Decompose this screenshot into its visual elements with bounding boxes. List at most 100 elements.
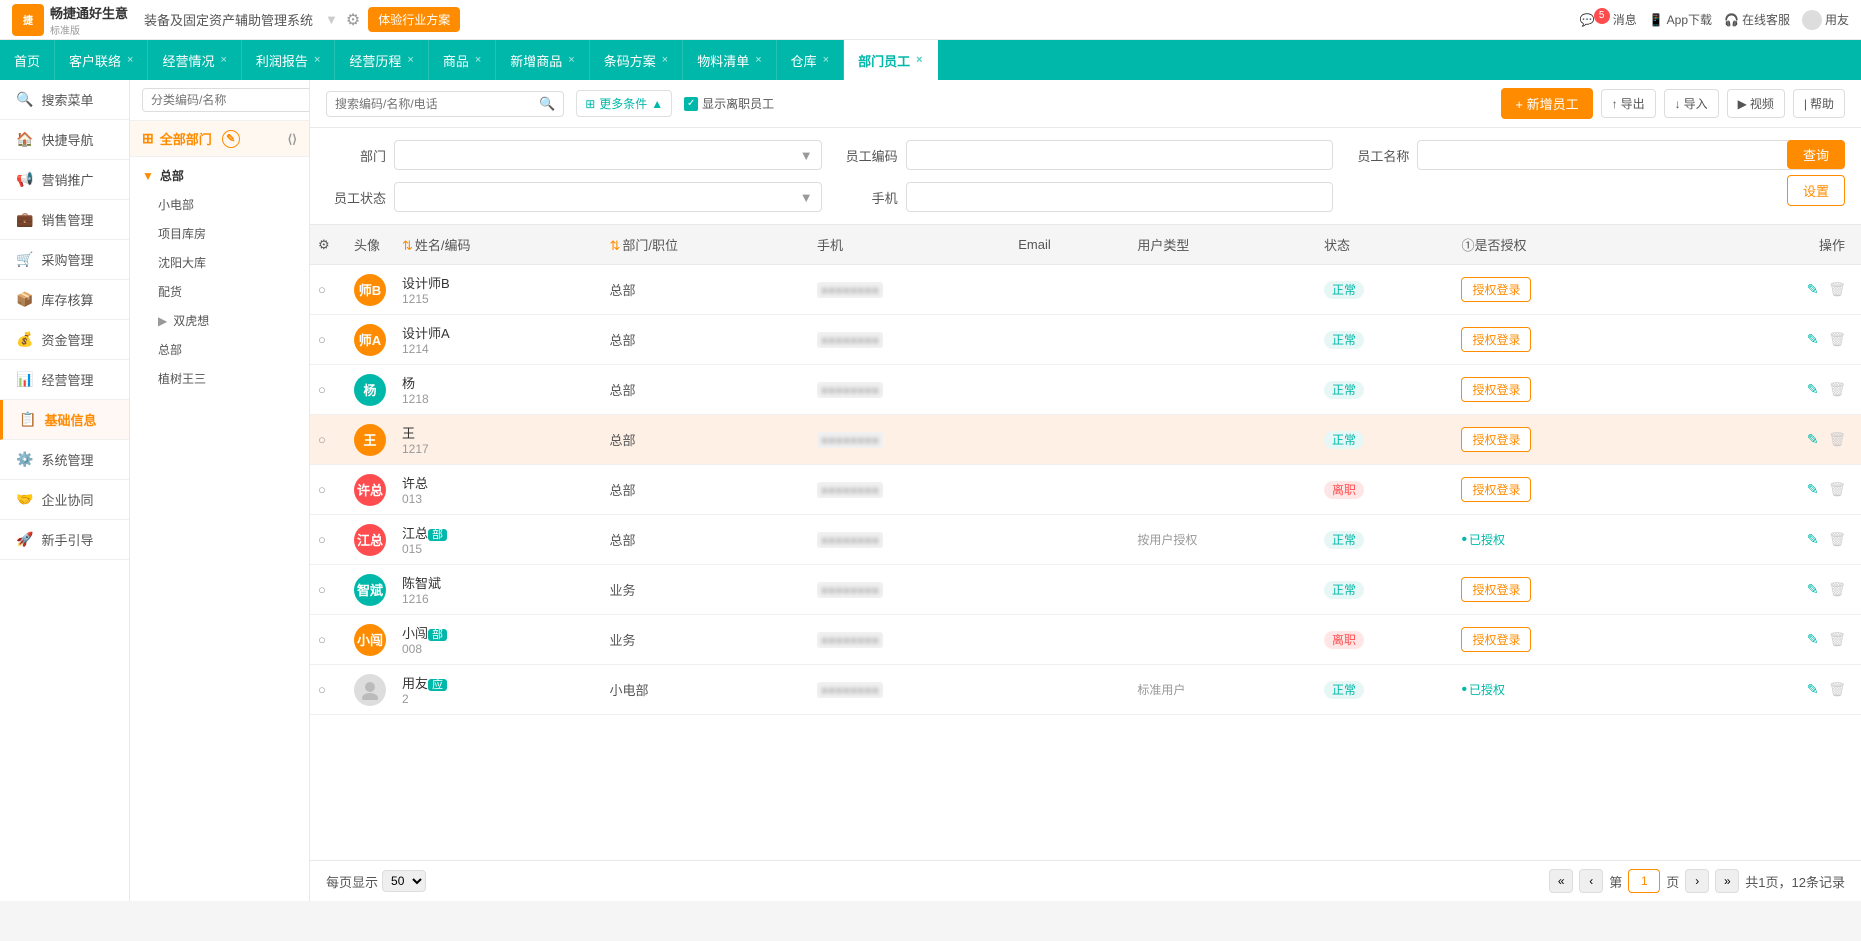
last-page-btn[interactable]: » — [1715, 869, 1739, 893]
dept-node-双虎想[interactable]: ▶双虎想 — [130, 306, 309, 335]
dept-node-植树王三[interactable]: 植树王三 — [130, 364, 309, 393]
prev-page-btn[interactable]: ‹ — [1579, 869, 1603, 893]
dept-search-input[interactable] — [142, 88, 310, 112]
nav-tab-物料清单[interactable]: 物料清单× — [683, 40, 776, 80]
edit-btn-7[interactable]: ✎ — [1807, 581, 1819, 597]
dept-select[interactable]: ▼ — [394, 140, 822, 170]
edit-dept-icon[interactable]: ✎ — [222, 130, 240, 148]
nav-tab-条码方案[interactable]: 条码方案× — [590, 40, 683, 80]
close-tab-icon[interactable]: × — [407, 54, 413, 66]
delete-btn-3[interactable]: 🗑 — [1828, 381, 1846, 397]
edit-btn-3[interactable]: ✎ — [1807, 381, 1819, 397]
app-download-btn[interactable]: 📱 App下载 — [1649, 11, 1712, 28]
th-settings[interactable]: ⚙ — [310, 225, 346, 265]
current-page-input[interactable] — [1628, 869, 1660, 893]
auth-btn-5[interactable]: 授权登录 — [1461, 477, 1531, 502]
auth-btn-1[interactable]: 授权登录 — [1461, 277, 1531, 302]
close-tab-icon[interactable]: × — [662, 54, 668, 66]
delete-btn-8[interactable]: 🗑 — [1828, 631, 1846, 647]
nav-tab-部门员工[interactable]: 部门员工× — [844, 40, 937, 80]
th-dept_position[interactable]: ⇅部门/职位 — [602, 225, 810, 265]
auth-btn-4[interactable]: 授权登录 — [1461, 427, 1531, 452]
add-employee-btn[interactable]: + 新增员工 — [1501, 88, 1592, 119]
close-tab-icon[interactable]: × — [823, 54, 829, 66]
edit-btn-9[interactable]: ✎ — [1807, 681, 1819, 697]
nav-tab-客户联络[interactable]: 客户联络× — [55, 40, 148, 80]
sidebar-item-operations[interactable]: 📊经营管理 — [0, 360, 129, 400]
auth-btn-3[interactable]: 授权登录 — [1461, 377, 1531, 402]
auth-btn-8[interactable]: 授权登录 — [1461, 627, 1531, 652]
sidebar-item-purchase[interactable]: 🛒采购管理 — [0, 240, 129, 280]
nav-tab-利润报告[interactable]: 利润报告× — [242, 40, 335, 80]
show-resign-toggle[interactable]: ✓ 显示离职员工 — [684, 95, 774, 112]
delete-btn-7[interactable]: 🗑 — [1828, 581, 1846, 597]
next-page-btn[interactable]: › — [1685, 869, 1709, 893]
delete-btn-4[interactable]: 🗑 — [1828, 431, 1846, 447]
nav-tab-新增商品[interactable]: 新增商品× — [496, 40, 589, 80]
close-tab-icon[interactable]: × — [475, 54, 481, 66]
edit-btn-2[interactable]: ✎ — [1807, 331, 1819, 347]
help-btn[interactable]: | 帮助 — [1793, 89, 1845, 118]
sidebar-item-search-menu[interactable]: 🔍搜索菜单 — [0, 80, 129, 120]
dept-node-总部[interactable]: ▼总部 — [130, 161, 309, 190]
edit-btn-6[interactable]: ✎ — [1807, 531, 1819, 547]
edit-btn-8[interactable]: ✎ — [1807, 631, 1819, 647]
employee-code-input[interactable] — [906, 140, 1334, 170]
sidebar-item-sales[interactable]: 💼销售管理 — [0, 200, 129, 240]
settings-icon[interactable]: ⚙ — [346, 10, 360, 30]
online-service-btn[interactable]: 🎧 在线客服 — [1724, 11, 1790, 28]
close-tab-icon[interactable]: × — [568, 54, 574, 66]
th-name_code[interactable]: ⇅姓名/编码 — [394, 225, 602, 265]
delete-btn-2[interactable]: 🗑 — [1828, 331, 1846, 347]
sidebar-item-quick-nav[interactable]: 🏠快捷导航 — [0, 120, 129, 160]
query-btn[interactable]: 查询 — [1787, 140, 1845, 169]
phone-input[interactable] — [906, 182, 1334, 212]
dept-node-沈阳大库[interactable]: 沈阳大库 — [130, 248, 309, 277]
auth-btn-2[interactable]: 授权登录 — [1461, 327, 1531, 352]
delete-btn-9[interactable]: 🗑 — [1828, 681, 1846, 697]
nav-tab-经营情况[interactable]: 经营情况× — [148, 40, 241, 80]
more-filter-btn[interactable]: ⊞ 更多条件 ▲ — [576, 90, 672, 117]
notification-btn[interactable]: 💬 5 消息 — [1580, 11, 1637, 28]
auth-btn-7[interactable]: 授权登录 — [1461, 577, 1531, 602]
resign-checkbox[interactable]: ✓ — [684, 97, 698, 111]
edit-btn-1[interactable]: ✎ — [1807, 281, 1819, 297]
close-tab-icon[interactable]: × — [314, 54, 320, 66]
employee-status-select[interactable]: ▼ — [394, 182, 822, 212]
sidebar-item-basic-info[interactable]: 📋基础信息 — [0, 400, 129, 440]
search-submit-icon[interactable]: 🔍 — [539, 96, 555, 112]
close-tab-icon[interactable]: × — [755, 54, 761, 66]
delete-btn-1[interactable]: 🗑 — [1828, 281, 1846, 297]
dept-node-配货[interactable]: 配货 — [130, 277, 309, 306]
employee-name-input[interactable] — [1417, 140, 1845, 170]
user-avatar-btn[interactable]: 用友 — [1802, 10, 1849, 30]
nav-tab-经营历程[interactable]: 经营历程× — [335, 40, 428, 80]
dept-node-项目库房[interactable]: 项目库房 — [130, 219, 309, 248]
nav-tab-商品[interactable]: 商品× — [429, 40, 496, 80]
import-btn[interactable]: ↓ 导入 — [1664, 89, 1719, 118]
nav-tab-首页[interactable]: 首页 — [0, 40, 55, 80]
delete-btn-5[interactable]: 🗑 — [1828, 481, 1846, 497]
collapse-dept-icon[interactable]: ⟨⟩ — [288, 132, 297, 146]
dept-all-btn[interactable]: ⊞ 全部部门 ✎ ⟨⟩ — [130, 121, 309, 157]
dept-node-总部[interactable]: 总部 — [130, 335, 309, 364]
close-tab-icon[interactable]: × — [127, 54, 133, 66]
sidebar-item-finance[interactable]: 💰资金管理 — [0, 320, 129, 360]
per-page-select[interactable]: 50 — [382, 870, 426, 892]
sidebar-item-marketing[interactable]: 📢营销推广 — [0, 160, 129, 200]
search-input[interactable] — [335, 97, 535, 111]
sidebar-item-inventory[interactable]: 📦库存核算 — [0, 280, 129, 320]
delete-btn-6[interactable]: 🗑 — [1828, 531, 1846, 547]
close-tab-icon[interactable]: × — [220, 54, 226, 66]
experience-btn[interactable]: 体验行业方案 — [368, 7, 460, 32]
dropdown-arrow-icon[interactable]: ▼ — [325, 12, 338, 27]
close-tab-icon[interactable]: × — [916, 54, 922, 66]
sidebar-item-enterprise[interactable]: 🤝企业协同 — [0, 480, 129, 520]
view-btn[interactable]: ▶ 视频 — [1727, 89, 1785, 118]
export-btn[interactable]: ↑ 导出 — [1601, 89, 1656, 118]
first-page-btn[interactable]: « — [1549, 869, 1573, 893]
nav-tab-仓库[interactable]: 仓库× — [777, 40, 844, 80]
sidebar-item-guide[interactable]: 🚀新手引导 — [0, 520, 129, 560]
sidebar-item-system[interactable]: ⚙️系统管理 — [0, 440, 129, 480]
edit-btn-5[interactable]: ✎ — [1807, 481, 1819, 497]
